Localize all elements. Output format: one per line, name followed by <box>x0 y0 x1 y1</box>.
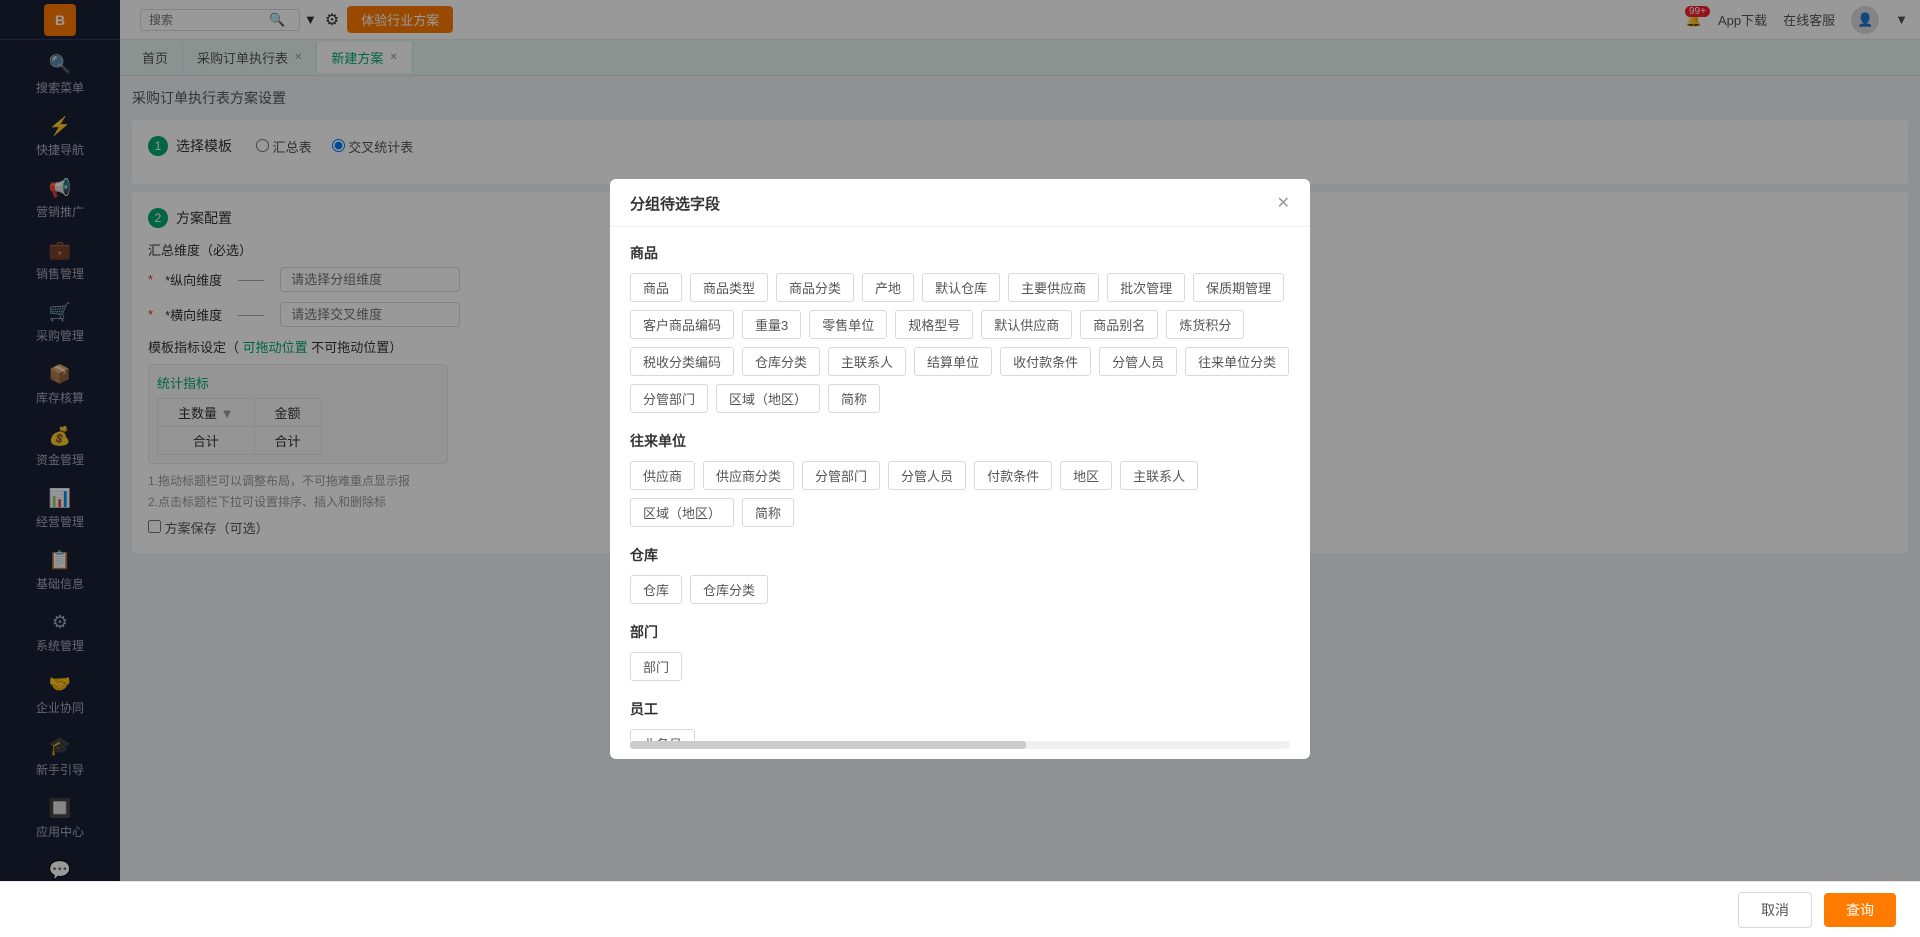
field-tag-0-18[interactable]: 结算单位 <box>914 347 992 376</box>
modal-close-btn[interactable]: ✕ <box>1277 193 1290 213</box>
field-tag-0-2[interactable]: 商品分类 <box>776 273 854 302</box>
field-tag-2-1[interactable]: 仓库分类 <box>690 575 768 604</box>
field-tag-0-6[interactable]: 批次管理 <box>1107 273 1185 302</box>
field-tag-0-1[interactable]: 商品类型 <box>690 273 768 302</box>
field-tag-1-6[interactable]: 主联系人 <box>1120 461 1198 490</box>
field-tag-1-5[interactable]: 地区 <box>1060 461 1112 490</box>
field-tag-0-17[interactable]: 主联系人 <box>828 347 906 376</box>
field-tag-1-0[interactable]: 供应商 <box>630 461 695 490</box>
field-tag-1-2[interactable]: 分管部门 <box>802 461 880 490</box>
field-tags-2: 仓库仓库分类 <box>630 575 1290 604</box>
field-tag-0-23[interactable]: 区域（地区） <box>716 384 820 413</box>
field-tag-0-11[interactable]: 规格型号 <box>895 310 973 339</box>
field-tag-1-3[interactable]: 分管人员 <box>888 461 966 490</box>
field-tag-1-4[interactable]: 付款条件 <box>974 461 1052 490</box>
field-group-2: 仓库仓库仓库分类 <box>630 545 1290 604</box>
field-tags-1: 供应商供应商分类分管部门分管人员付款条件地区主联系人区域（地区） 简称 <box>630 461 1290 527</box>
field-group-1: 往来单位供应商供应商分类分管部门分管人员付款条件地区主联系人区域（地区） 简称 <box>630 431 1290 527</box>
field-group-title-0: 商品 <box>630 243 1290 263</box>
field-group-title-4: 员工 <box>630 699 1290 719</box>
field-tag-0-4[interactable]: 默认仓库 <box>922 273 1000 302</box>
field-tag-0-9[interactable]: 重量3 <box>742 310 801 339</box>
field-tag-0-0[interactable]: 商品 <box>630 273 682 302</box>
modal-title: 分组待选字段 <box>630 193 720 214</box>
field-group-title-2: 仓库 <box>630 545 1290 565</box>
field-tag-0-12[interactable]: 默认供应商 <box>981 310 1072 339</box>
field-tags-3: 部门 <box>630 652 1290 681</box>
field-tag-0-22[interactable]: 分管部门 <box>630 384 708 413</box>
field-tag-0-16[interactable]: 仓库分类 <box>742 347 820 376</box>
field-group-title-1: 往来单位 <box>630 431 1290 451</box>
field-tag-0-20[interactable]: 分管人员 <box>1099 347 1177 376</box>
field-tag-0-21[interactable]: 往来单位分类 <box>1185 347 1289 376</box>
field-tag-0-15[interactable]: 税收分类编码 <box>630 347 734 376</box>
horizontal-scrollbar[interactable] <box>630 741 1290 749</box>
field-select-modal: 分组待选字段 ✕ 商品商品商品类型商品分类产地默认仓库主要供应商批次管理保质期管… <box>610 179 1310 759</box>
field-group-4: 员工业务员 <box>630 699 1290 741</box>
field-group-title-3: 部门 <box>630 622 1290 642</box>
field-tag-0-3[interactable]: 产地 <box>862 273 914 302</box>
field-group-3: 部门部门 <box>630 622 1290 681</box>
modal-body: 商品商品商品类型商品分类产地默认仓库主要供应商批次管理保质期管理客户商品编码重量… <box>610 227 1310 741</box>
field-tag-0-8[interactable]: 客户商品编码 <box>630 310 734 339</box>
hscroll-thumb[interactable] <box>630 741 1026 749</box>
confirm-button[interactable]: 查询 <box>1824 893 1896 927</box>
modal-overlay: 分组待选字段 ✕ 商品商品商品类型商品分类产地默认仓库主要供应商批次管理保质期管… <box>0 0 1920 937</box>
field-tag-3-0[interactable]: 部门 <box>630 652 682 681</box>
field-group-0: 商品商品商品类型商品分类产地默认仓库主要供应商批次管理保质期管理客户商品编码重量… <box>630 243 1290 413</box>
modal-header: 分组待选字段 ✕ <box>610 179 1310 227</box>
field-tag-0-14[interactable]: 炼货积分 <box>1166 310 1244 339</box>
cancel-button[interactable]: 取消 <box>1738 892 1812 928</box>
field-tag-0-19[interactable]: 收付款条件 <box>1000 347 1091 376</box>
field-tags-0: 商品商品类型商品分类产地默认仓库主要供应商批次管理保质期管理客户商品编码重量3 零… <box>630 273 1290 413</box>
bottom-bar: 取消 查询 <box>0 881 1920 937</box>
field-tag-2-0[interactable]: 仓库 <box>630 575 682 604</box>
field-tag-0-24[interactable]: 简称 <box>828 384 880 413</box>
field-tag-0-13[interactable]: 商品别名 <box>1080 310 1158 339</box>
field-tag-0-10[interactable]: 零售单位 <box>809 310 887 339</box>
field-tag-1-1[interactable]: 供应商分类 <box>703 461 794 490</box>
field-tag-4-0[interactable]: 业务员 <box>630 729 695 741</box>
field-tag-1-8[interactable]: 简称 <box>742 498 794 527</box>
field-tag-0-5[interactable]: 主要供应商 <box>1008 273 1099 302</box>
field-tags-4: 业务员 <box>630 729 1290 741</box>
field-tag-0-7[interactable]: 保质期管理 <box>1193 273 1284 302</box>
field-tag-1-7[interactable]: 区域（地区） <box>630 498 734 527</box>
